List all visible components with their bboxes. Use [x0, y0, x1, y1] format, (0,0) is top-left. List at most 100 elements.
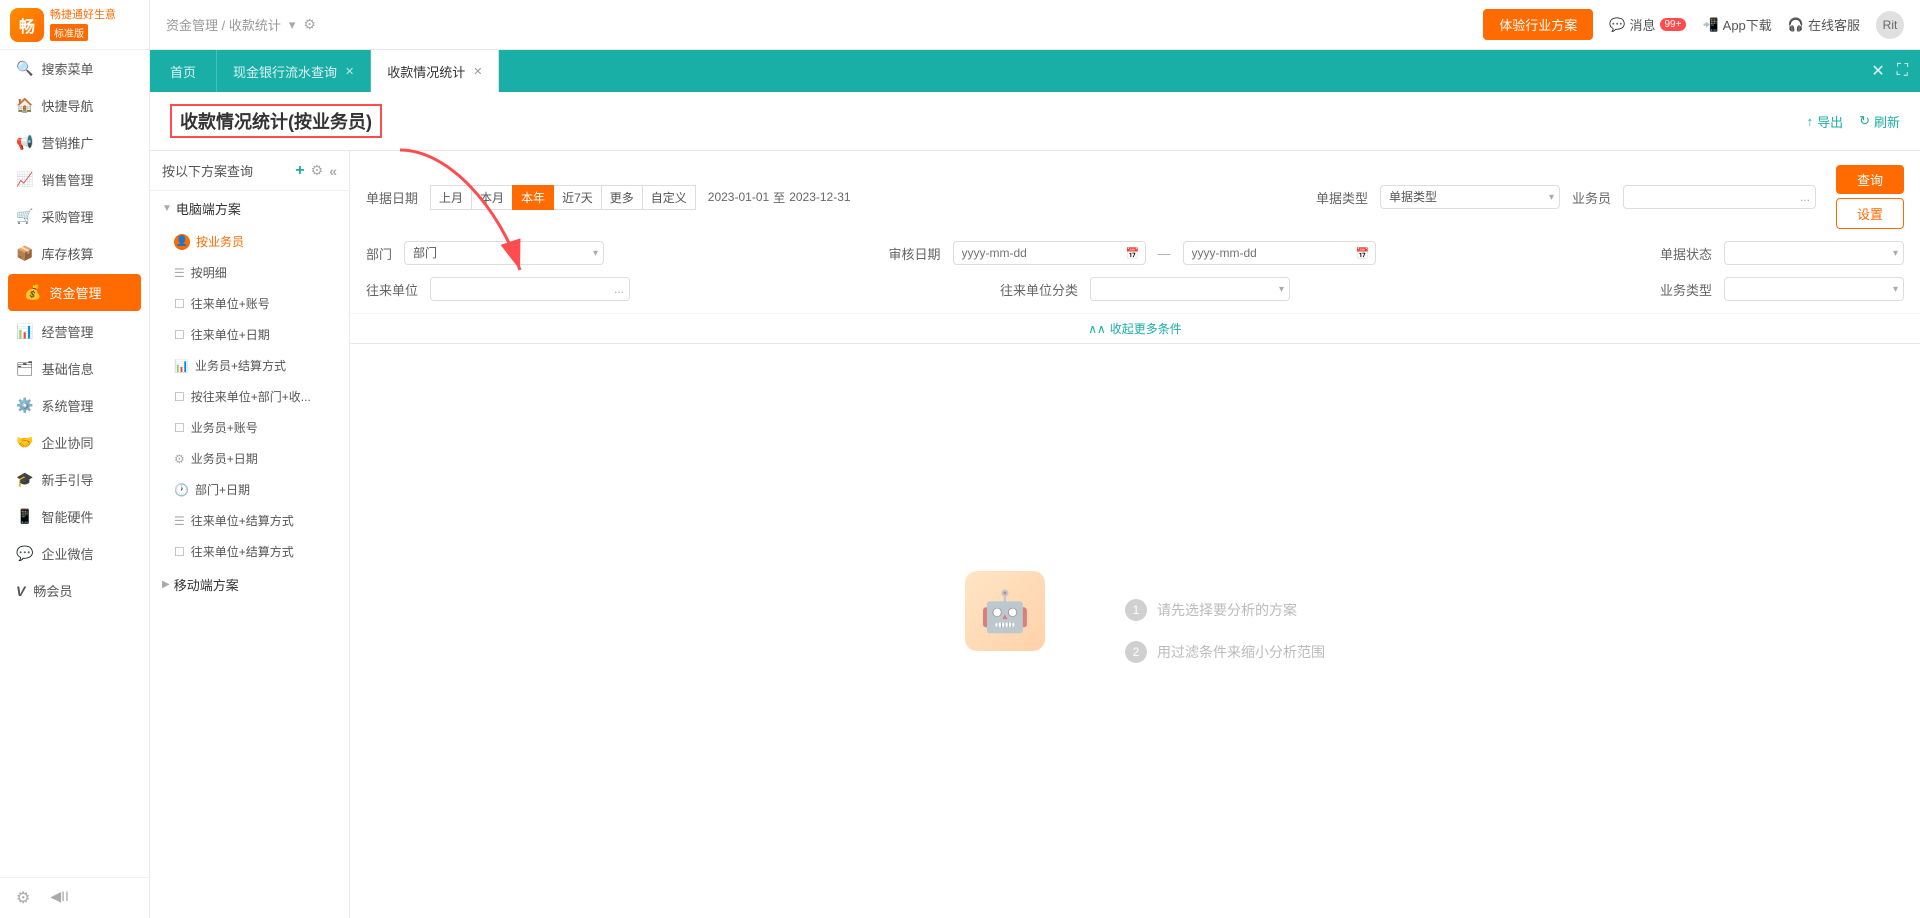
scheme-settings-icon[interactable]: ⚙ — [311, 162, 324, 179]
tab-close-all-icon[interactable]: ✕ — [1871, 61, 1884, 81]
hint-item-2: 2 用过滤条件来缩小分析范围 — [1125, 641, 1325, 663]
mobile-group-title[interactable]: ▶ 移动端方案 — [150, 567, 349, 602]
scheme-item-by-detail[interactable]: ☰ 按明细 — [150, 257, 349, 288]
tab-home[interactable]: 首页 — [150, 50, 217, 92]
settings-bottom-icon[interactable]: ⚙ — [16, 888, 30, 908]
sidebar-item-search-menu[interactable]: 🔍搜索菜单 — [0, 50, 149, 87]
audit-date-from[interactable] — [953, 241, 1146, 265]
partner-input[interactable] — [430, 277, 630, 301]
tab-receipt-stats-close[interactable]: ✕ — [473, 65, 482, 78]
date-this-month-btn[interactable]: 本月 — [471, 185, 513, 210]
dept-select[interactable]: 部门 — [404, 241, 604, 265]
trial-button[interactable]: 体验行业方案 — [1483, 9, 1593, 40]
breadcrumb-dropdown-icon[interactable]: ▾ — [289, 17, 296, 33]
salesman-label: 业务员 — [1572, 188, 1611, 207]
sidebar-item-operation[interactable]: 📊经营管理 — [0, 313, 149, 350]
hint-num-1: 1 — [1125, 599, 1147, 621]
scheme-item-partner-date[interactable]: ☐ 往来单位+日期 — [150, 319, 349, 350]
scheme-collapse-icon[interactable]: « — [329, 163, 337, 179]
scheme-item-partner-settle1[interactable]: ☰ 往来单位+结算方式 — [150, 505, 349, 536]
logo-icon: 畅 — [10, 8, 44, 42]
page-header: 收款情况统计(按业务员) ↑导出 ↻刷新 — [150, 92, 1920, 151]
partner-category-label: 往来单位分类 — [1000, 280, 1078, 299]
query-button[interactable]: 查询 — [1836, 165, 1904, 194]
tab-bank-flow-close[interactable]: ✕ — [345, 65, 354, 78]
scheme-item-salesman-settle[interactable]: 📊 业务员+结算方式 — [150, 350, 349, 381]
user-avatar[interactable]: Rit — [1876, 11, 1904, 39]
desktop-scheme-group: ▼ 电脑端方案 👤 按业务员 ☰ 按明细 ☐ — [150, 191, 349, 567]
settings-button[interactable]: 设置 — [1836, 198, 1904, 229]
audit-date-from-wrapper: 📅 — [953, 241, 1146, 265]
tab-bar: 首页 现金银行流水查询 ✕ 收款情况统计 ✕ ✕ ⛶ — [150, 50, 1920, 92]
doc-type-label: 单据类型 — [1316, 188, 1368, 207]
sidebar-nav: 🔍搜索菜单 🏠快捷导航 📢营销推广 📈销售管理 🛒采购管理 📦库存核算 💰资金管… — [0, 50, 149, 877]
sidebar-item-member[interactable]: V畅会员 — [0, 572, 149, 609]
sidebar-item-wechat[interactable]: 💬企业微信 — [0, 535, 149, 572]
sidebar-item-marketing[interactable]: 📢营销推广 — [0, 124, 149, 161]
sidebar: 畅 畅捷通好生意 标准版 🔍搜索菜单 🏠快捷导航 📢营销推广 📈销售管理 🛒采购… — [0, 0, 150, 918]
sidebar-item-system[interactable]: ⚙️系统管理 — [0, 387, 149, 424]
message-action[interactable]: 💬 消息 99+ — [1609, 15, 1686, 34]
partner-label: 往来单位 — [366, 280, 418, 299]
page-title: 收款情况统计(按业务员) — [170, 104, 382, 138]
scheme-item-partner-settle2[interactable]: ☐ 往来单位+结算方式 — [150, 536, 349, 567]
sidebar-item-enterprise[interactable]: 🤝企业协同 — [0, 424, 149, 461]
biz-type-select-wrapper: ▾ — [1724, 277, 1904, 301]
sidebar-item-sales[interactable]: 📈销售管理 — [0, 161, 149, 198]
date-more-btn[interactable]: 更多 — [601, 185, 643, 210]
audit-date-to[interactable] — [1183, 241, 1376, 265]
filter-panel: 单据日期 上月 本月 本年 近7天 更多 自定义 2023-01-01 — [350, 151, 1920, 344]
audit-date-label: 审核日期 — [889, 244, 941, 263]
empty-hints: 1 请先选择要分析的方案 2 用过滤条件来缩小分析范围 — [1125, 599, 1325, 663]
app-download-action[interactable]: 📲App下载 — [1702, 15, 1771, 34]
collapse-sidebar-icon[interactable]: ◀II — [50, 888, 69, 908]
collapse-more-btn[interactable]: ∧∧ 收起更多条件 — [350, 313, 1920, 343]
scheme-panel-title: 按以下方案查询 — [162, 161, 253, 180]
mobile-scheme-group: ▶ 移动端方案 — [150, 567, 349, 602]
export-button[interactable]: ↑导出 — [1807, 112, 1844, 131]
sidebar-item-finance[interactable]: 💰资金管理 — [8, 274, 141, 311]
message-badge: 99+ — [1660, 18, 1687, 31]
partner-category-select[interactable] — [1090, 277, 1290, 301]
scheme-item-partner-dept[interactable]: ☐ 按往来单位+部门+收... — [150, 381, 349, 412]
page-content: 收款情况统计(按业务员) ↑导出 ↻刷新 按以下方案查询 — [150, 92, 1920, 918]
date-last-month-btn[interactable]: 上月 — [430, 185, 472, 210]
scheme-item-by-salesman[interactable]: 👤 按业务员 — [150, 226, 349, 257]
salesman-input-wrapper: ... — [1623, 185, 1816, 209]
date-7days-btn[interactable]: 近7天 — [553, 185, 602, 210]
tab-expand-icon[interactable]: ⛶ — [1897, 62, 1908, 80]
doc-status-label: 单据状态 — [1660, 244, 1712, 263]
date-this-year-btn[interactable]: 本年 — [512, 185, 554, 210]
scheme-panel: 按以下方案查询 + ⚙ « ▼ 电脑端方案 — [150, 151, 350, 918]
scheme-item-partner-account[interactable]: ☐ 往来单位+账号 — [150, 288, 349, 319]
scheme-item-dept-date[interactable]: 🕐 部门+日期 — [150, 474, 349, 505]
sidebar-item-inventory[interactable]: 📦库存核算 — [0, 235, 149, 272]
doc-type-select[interactable]: 单据类型 — [1380, 185, 1560, 209]
sidebar-item-purchase[interactable]: 🛒采购管理 — [0, 198, 149, 235]
data-empty-area: 🤖 1 请先选择要分析的方案 2 用过滤条件来缩小分析范围 — [350, 344, 1920, 918]
scheme-item-salesman-date[interactable]: ⚙ 业务员+日期 — [150, 443, 349, 474]
dept-select-wrapper: 部门 ▾ — [404, 241, 604, 265]
scheme-item-salesman-account[interactable]: ☐ 业务员+账号 — [150, 412, 349, 443]
doc-type-select-wrapper: 单据类型 ▾ — [1380, 185, 1560, 209]
salesman-input[interactable] — [1623, 185, 1816, 209]
sidebar-item-basic[interactable]: 🗂基础信息 — [0, 350, 149, 387]
refresh-button[interactable]: ↻刷新 — [1859, 112, 1900, 131]
hint-text-1: 请先选择要分析的方案 — [1157, 600, 1297, 620]
sidebar-item-guide[interactable]: 🎓新手引导 — [0, 461, 149, 498]
doc-status-select[interactable] — [1724, 241, 1904, 265]
settings-icon[interactable]: ⚙ — [303, 16, 316, 33]
empty-illustration: 🤖 — [945, 571, 1065, 691]
biz-type-label: 业务类型 — [1660, 280, 1712, 299]
date-custom-btn[interactable]: 自定义 — [642, 185, 696, 210]
scheme-add-icon[interactable]: + — [295, 162, 304, 180]
partner-more-icon[interactable]: ... — [614, 282, 624, 296]
desktop-group-title[interactable]: ▼ 电脑端方案 — [150, 191, 349, 226]
online-service-action[interactable]: 🎧在线客服 — [1788, 15, 1860, 34]
tab-bank-flow[interactable]: 现金银行流水查询 ✕ — [217, 50, 371, 92]
sidebar-item-smart[interactable]: 📱智能硬件 — [0, 498, 149, 535]
biz-type-select[interactable] — [1724, 277, 1904, 301]
sidebar-item-quick-nav[interactable]: 🏠快捷导航 — [0, 87, 149, 124]
salesman-more-icon[interactable]: ... — [1800, 190, 1810, 204]
tab-receipt-stats[interactable]: 收款情况统计 ✕ — [371, 50, 499, 92]
